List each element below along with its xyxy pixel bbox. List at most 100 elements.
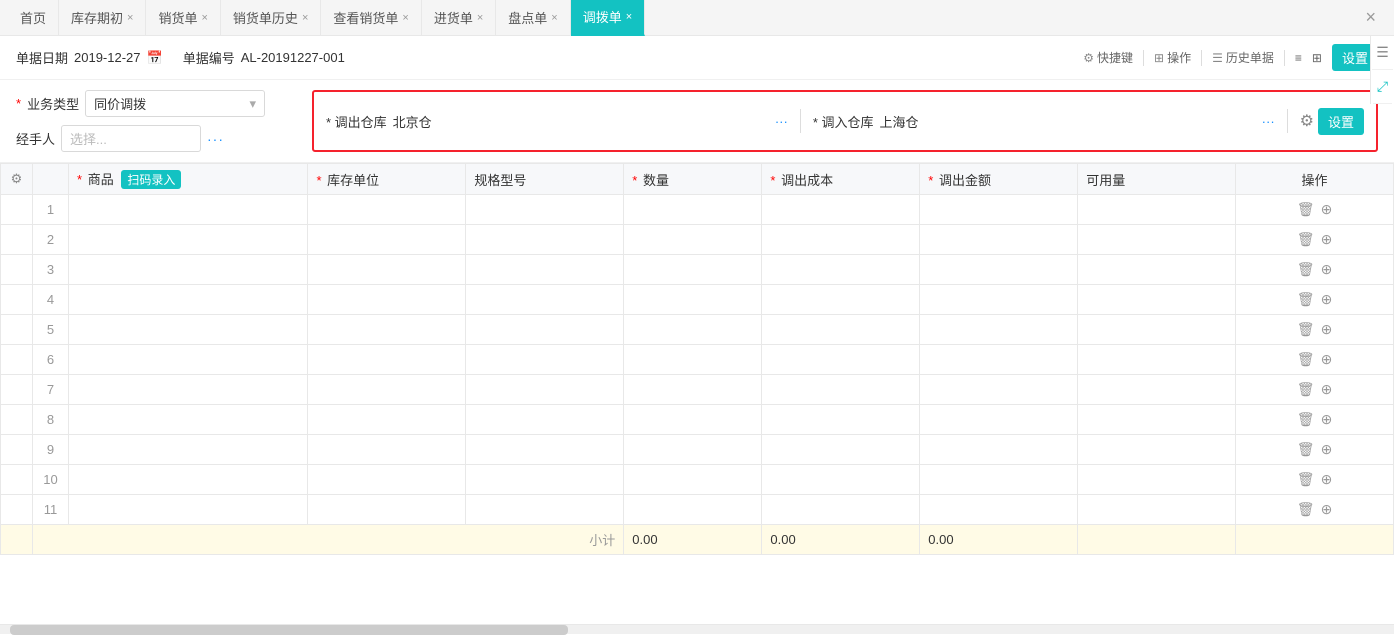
row-3-qty[interactable] <box>624 255 762 285</box>
row-3-amount[interactable] <box>920 255 1078 285</box>
copy-icon[interactable]: ⊕ <box>1321 471 1333 488</box>
tab-purchase[interactable]: 进货单 × <box>422 0 496 36</box>
row-10-spec[interactable] <box>466 465 624 495</box>
transfer-in-ellipsis[interactable]: ··· <box>1262 114 1275 129</box>
row-1-cost[interactable] <box>762 195 920 225</box>
row-2-amount[interactable] <box>920 225 1078 255</box>
copy-icon[interactable]: ⊕ <box>1321 381 1333 398</box>
row-6-qty[interactable] <box>624 345 762 375</box>
delete-icon[interactable]: 🗑 <box>1297 201 1315 218</box>
row-8-amount[interactable] <box>920 405 1078 435</box>
shortcut-action[interactable]: ⚙ 快捷键 <box>1083 49 1133 66</box>
row-1-spec[interactable] <box>466 195 624 225</box>
tab-view-sales[interactable]: 查看销货单 × <box>321 0 421 36</box>
row-6-product[interactable] <box>69 345 308 375</box>
delete-icon[interactable]: 🗑 <box>1297 351 1315 368</box>
row-2-cost[interactable] <box>762 225 920 255</box>
row-10-amount[interactable] <box>920 465 1078 495</box>
copy-icon[interactable]: ⊕ <box>1321 501 1333 518</box>
tab-purchase-close[interactable]: × <box>477 12 483 24</box>
row-1-product[interactable] <box>69 195 308 225</box>
copy-icon[interactable]: ⊕ <box>1321 441 1333 458</box>
row-6-cost[interactable] <box>762 345 920 375</box>
row-7-cost[interactable] <box>762 375 920 405</box>
row-8-product[interactable] <box>69 405 308 435</box>
row-4-cost[interactable] <box>762 285 920 315</box>
row-5-spec[interactable] <box>466 315 624 345</box>
tab-inventory-init-close[interactable]: × <box>127 12 133 24</box>
manager-ellipsis[interactable]: ··· <box>207 131 224 147</box>
row-7-unit[interactable] <box>308 375 466 405</box>
row-4-amount[interactable] <box>920 285 1078 315</box>
tab-sales-order-close[interactable]: × <box>201 12 207 24</box>
settings-button-2[interactable]: 设置 <box>1318 108 1364 135</box>
row-1-amount[interactable] <box>920 195 1078 225</box>
row-2-unit[interactable] <box>308 225 466 255</box>
list-view-action[interactable]: ≡ <box>1295 51 1302 65</box>
row-11-amount[interactable] <box>920 495 1078 525</box>
row-5-cost[interactable] <box>762 315 920 345</box>
row-9-unit[interactable] <box>308 435 466 465</box>
row-7-amount[interactable] <box>920 375 1078 405</box>
delete-icon[interactable]: 🗑 <box>1297 231 1315 248</box>
row-6-amount[interactable] <box>920 345 1078 375</box>
row-8-qty[interactable] <box>624 405 762 435</box>
row-11-qty[interactable] <box>624 495 762 525</box>
row-5-unit[interactable] <box>308 315 466 345</box>
row-9-product[interactable] <box>69 435 308 465</box>
tab-view-sales-close[interactable]: × <box>402 12 408 24</box>
delete-icon[interactable]: 🗑 <box>1297 471 1315 488</box>
row-8-cost[interactable] <box>762 405 920 435</box>
calendar-icon[interactable]: 📅 <box>147 50 163 66</box>
copy-icon[interactable]: ⊕ <box>1321 231 1333 248</box>
delete-icon[interactable]: 🗑 <box>1297 381 1315 398</box>
row-5-amount[interactable] <box>920 315 1078 345</box>
row-8-spec[interactable] <box>466 405 624 435</box>
row-4-qty[interactable] <box>624 285 762 315</box>
row-3-spec[interactable] <box>466 255 624 285</box>
row-10-qty[interactable] <box>624 465 762 495</box>
row-10-unit[interactable] <box>308 465 466 495</box>
row-1-unit[interactable] <box>308 195 466 225</box>
row-3-product[interactable] <box>69 255 308 285</box>
copy-icon[interactable]: ⊕ <box>1321 291 1333 308</box>
operation-action[interactable]: ⊞ 操作 <box>1154 49 1191 66</box>
scan-button[interactable]: 扫码录入 <box>121 170 181 189</box>
tab-inventory-check[interactable]: 盘点单 × <box>496 0 570 36</box>
row-3-cost[interactable] <box>762 255 920 285</box>
delete-icon[interactable]: 🗑 <box>1297 501 1315 518</box>
row-2-qty[interactable] <box>624 225 762 255</box>
row-4-spec[interactable] <box>466 285 624 315</box>
row-10-cost[interactable] <box>762 465 920 495</box>
copy-icon[interactable]: ⊕ <box>1321 261 1333 278</box>
tab-inventory-init[interactable]: 库存期初 × <box>59 0 146 36</box>
gear-icon[interactable]: ⚙ <box>1300 111 1314 131</box>
row-2-product[interactable] <box>69 225 308 255</box>
row-4-unit[interactable] <box>308 285 466 315</box>
row-5-product[interactable] <box>69 315 308 345</box>
row-9-qty[interactable] <box>624 435 762 465</box>
row-10-product[interactable] <box>69 465 308 495</box>
delete-icon[interactable]: 🗑 <box>1297 411 1315 428</box>
grid-view-action[interactable]: ⊞ <box>1312 51 1322 65</box>
tab-transfer[interactable]: 调拨单 × <box>571 0 645 36</box>
tab-inventory-check-close[interactable]: × <box>551 12 557 24</box>
delete-icon[interactable]: 🗑 <box>1297 441 1315 458</box>
row-4-product[interactable] <box>69 285 308 315</box>
row-9-cost[interactable] <box>762 435 920 465</box>
col-gear[interactable]: ⚙ <box>1 164 33 195</box>
horizontal-scrollbar[interactable] <box>0 624 1394 634</box>
row-5-qty[interactable] <box>624 315 762 345</box>
sidebar-expand[interactable]: ⤢ <box>1373 70 1392 104</box>
row-11-unit[interactable] <box>308 495 466 525</box>
delete-icon[interactable]: 🗑 <box>1297 291 1315 308</box>
row-6-spec[interactable] <box>466 345 624 375</box>
tab-sales-order[interactable]: 销货单 × <box>146 0 220 36</box>
row-7-product[interactable] <box>69 375 308 405</box>
close-window-button[interactable]: × <box>1355 7 1386 28</box>
copy-icon[interactable]: ⊕ <box>1321 351 1333 368</box>
tab-transfer-close[interactable]: × <box>626 11 632 23</box>
row-7-spec[interactable] <box>466 375 624 405</box>
copy-icon[interactable]: ⊕ <box>1321 411 1333 428</box>
history-action[interactable]: ☰ 历史单据 <box>1212 49 1274 66</box>
